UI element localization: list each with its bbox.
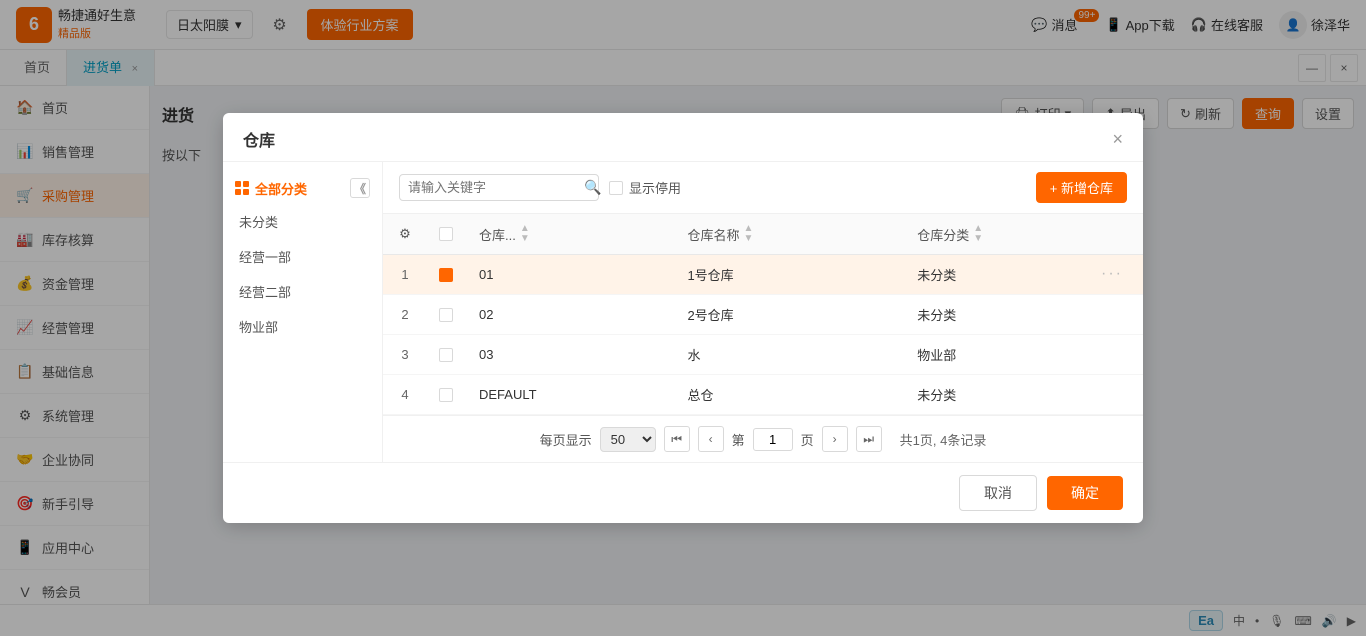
search-icon[interactable]: 🔍 [584, 179, 601, 196]
modal-overlay: 仓库 × 全部分类 《 [0, 0, 1366, 636]
row-name: 总仓 [675, 375, 905, 415]
category-sidebar: 全部分类 《 未分类 经营一部 经营二部 物业部 [223, 162, 383, 462]
table-body: 1 01 1号仓库 未分类 ··· 2 02 2号仓库 未分类 3 [383, 255, 1143, 415]
table-row[interactable]: 2 02 2号仓库 未分类 [383, 295, 1143, 335]
modal-footer: 取消 确定 [223, 462, 1143, 523]
table-row[interactable]: 3 03 水 物业部 [383, 335, 1143, 375]
category-collapse-button[interactable]: 《 [350, 178, 370, 198]
page-number-input[interactable] [753, 428, 793, 451]
row-code: 03 [467, 335, 675, 375]
row-checkbox[interactable] [427, 295, 467, 335]
select-all-checkbox[interactable] [439, 227, 453, 241]
row-num: 3 [383, 335, 427, 375]
row-name: 水 [675, 335, 905, 375]
search-box: 🔍 [399, 174, 599, 201]
th-checkbox [427, 214, 467, 255]
th-name: 仓库名称 ▲▼ [675, 214, 905, 255]
row-num: 4 [383, 375, 427, 415]
per-page-select[interactable]: 50 100 [600, 427, 656, 452]
modal-title: 仓库 [243, 127, 275, 151]
table-area: 🔍 显示停用 + 新增仓库 ⚙ [383, 162, 1143, 462]
category-item-unclassified[interactable]: 未分类 [223, 204, 382, 239]
confirm-button[interactable]: 确定 [1047, 476, 1123, 510]
page-word2: 页 [801, 430, 814, 449]
pagination: 每页显示 50 100 ⏮ ‹ 第 页 › ⏭ 共1页, 4条记录 [383, 415, 1143, 462]
row-code: DEFAULT [467, 375, 675, 415]
th-settings: ⚙ [383, 214, 427, 255]
modal-body: 全部分类 《 未分类 经营一部 经营二部 物业部 🔍 [223, 162, 1143, 462]
first-page-button[interactable]: ⏮ [664, 426, 690, 452]
modal-close-button[interactable]: × [1112, 130, 1123, 148]
per-page-label: 每页显示 [540, 430, 592, 449]
category-item-ops2[interactable]: 经营二部 [223, 274, 382, 309]
add-warehouse-button[interactable]: + 新增仓库 [1036, 172, 1127, 203]
row-checkbox[interactable] [427, 335, 467, 375]
warehouse-modal: 仓库 × 全部分类 《 [223, 113, 1143, 523]
grid-icon [235, 181, 249, 195]
search-input[interactable] [408, 180, 584, 195]
table-header-row: ⚙ 仓库... ▲▼ [383, 214, 1143, 255]
warehouse-table: ⚙ 仓库... ▲▼ [383, 214, 1143, 415]
row-num: 1 [383, 255, 427, 295]
cancel-button[interactable]: 取消 [959, 475, 1037, 511]
th-category: 仓库分类 ▲▼ [905, 214, 1143, 255]
settings-icon: ⚙ [399, 226, 411, 241]
sort-icon-name: ▲▼ [743, 224, 753, 244]
row-code: 02 [467, 295, 675, 335]
sort-icon-category: ▲▼ [973, 224, 983, 244]
show-disabled-label[interactable]: 显示停用 [609, 178, 681, 197]
sort-icon-code: ▲▼ [520, 224, 530, 244]
category-all-label: 全部分类 [255, 179, 307, 198]
row-category: 未分类 [905, 295, 1143, 335]
row-category: 未分类 [905, 375, 1143, 415]
category-item-ops1[interactable]: 经营一部 [223, 239, 382, 274]
table-toolbar: 🔍 显示停用 + 新增仓库 [383, 162, 1143, 214]
last-page-button[interactable]: ⏭ [856, 426, 882, 452]
row-category: 物业部 [905, 335, 1143, 375]
row-category: 未分类 ··· [905, 255, 1143, 295]
category-all-header[interactable]: 全部分类 《 [223, 172, 382, 204]
row-checkbox[interactable] [427, 375, 467, 415]
total-info: 共1页, 4条记录 [900, 430, 987, 449]
row-code: 01 [467, 255, 675, 295]
show-disabled-checkbox[interactable] [609, 181, 623, 195]
page-word: 第 [732, 430, 745, 449]
next-page-button[interactable]: › [822, 426, 848, 452]
modal-header: 仓库 × [223, 113, 1143, 162]
table-row[interactable]: 4 DEFAULT 总仓 未分类 [383, 375, 1143, 415]
row-name: 2号仓库 [675, 295, 905, 335]
row-checkbox[interactable] [427, 255, 467, 295]
table-row[interactable]: 1 01 1号仓库 未分类 ··· [383, 255, 1143, 295]
category-item-property[interactable]: 物业部 [223, 309, 382, 344]
row-name: 1号仓库 [675, 255, 905, 295]
prev-page-button[interactable]: ‹ [698, 426, 724, 452]
row-num: 2 [383, 295, 427, 335]
th-code: 仓库... ▲▼ [467, 214, 675, 255]
data-table: ⚙ 仓库... ▲▼ [383, 214, 1143, 415]
